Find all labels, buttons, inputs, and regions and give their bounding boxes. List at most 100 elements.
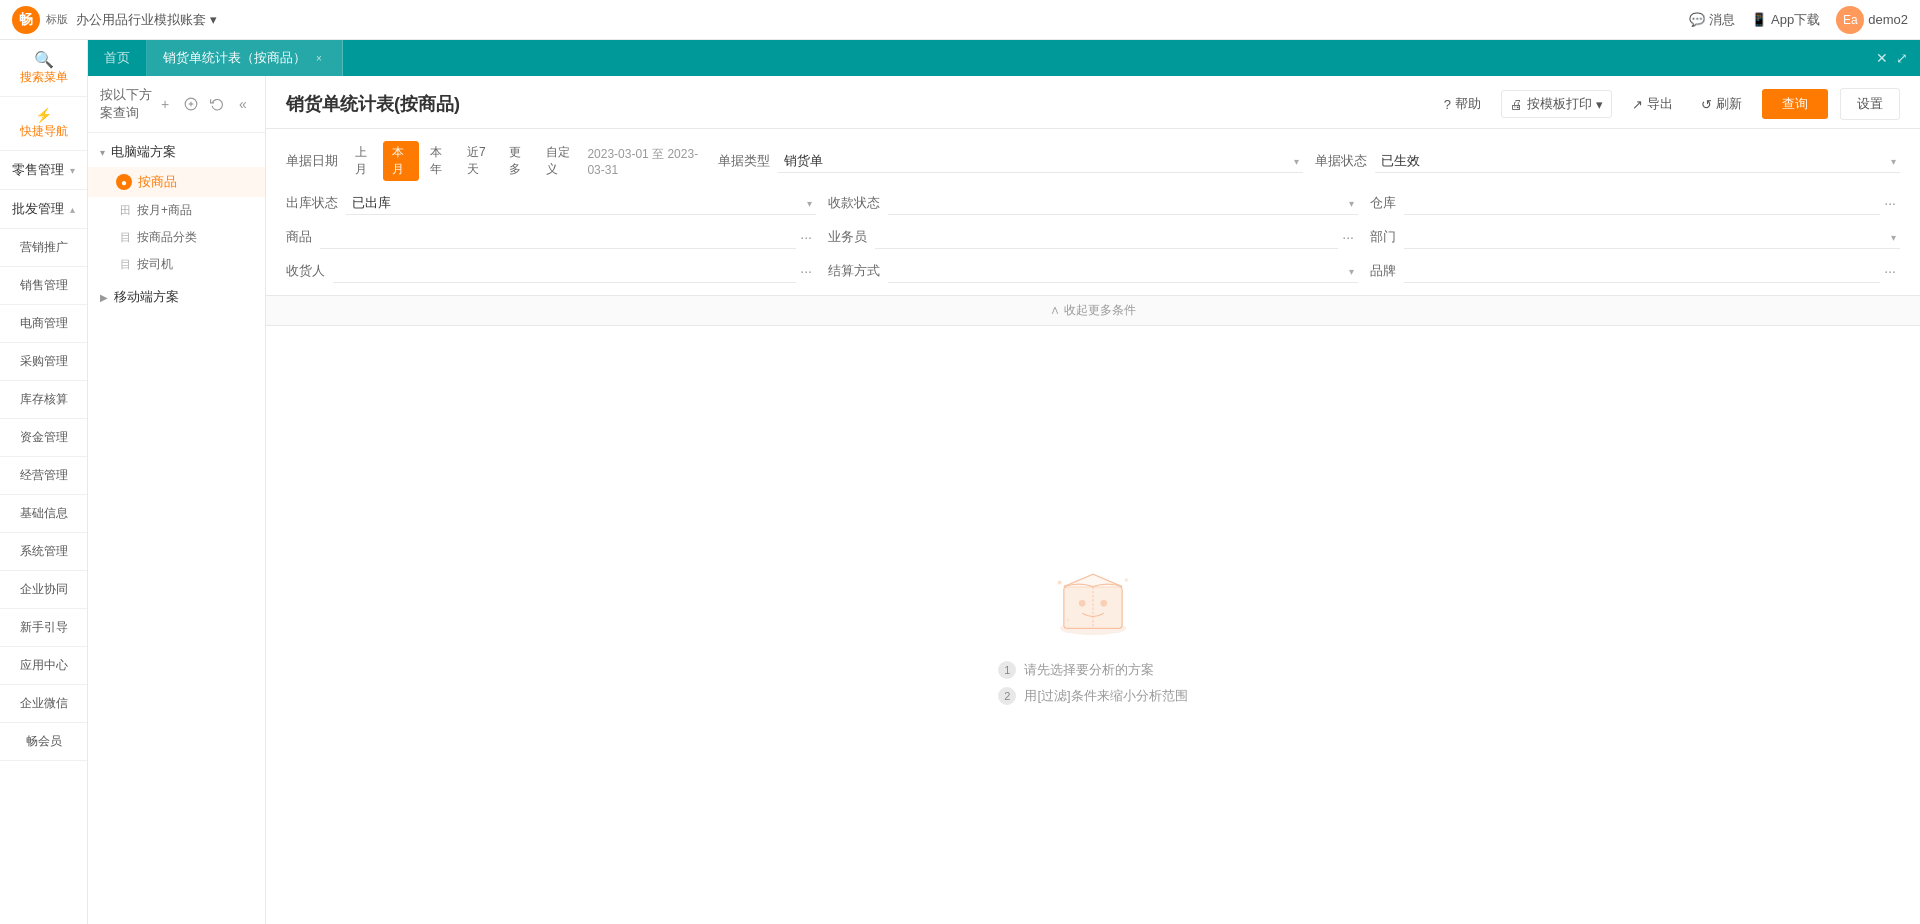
print-button[interactable]: 🖨 按模板打印 ▾: [1501, 90, 1612, 118]
tab-home-label: 首页: [104, 49, 130, 67]
settlement-select-wrapper: ▾: [888, 259, 1358, 283]
goods-label: 商品: [286, 228, 312, 246]
message-label: 消息: [1709, 11, 1735, 29]
settlement-select[interactable]: [888, 259, 1358, 283]
empty-illustration: [1043, 545, 1143, 645]
help-button[interactable]: ? 帮助: [1436, 91, 1489, 117]
message-icon: 💬: [1689, 12, 1705, 27]
scheme-sub-driver[interactable]: 目 按司机: [88, 251, 265, 278]
date-tab-more[interactable]: 更多: [500, 141, 535, 181]
tab-maximize-area: ✕ ⤢: [1864, 50, 1920, 66]
sub-icon-2: 目: [120, 230, 131, 245]
warehouse-field: 仓库 ···: [1370, 191, 1900, 215]
sub-label-1: 按月+商品: [137, 202, 192, 219]
sub-label-3: 按司机: [137, 256, 173, 273]
payment-status-select[interactable]: [888, 191, 1358, 215]
refresh-scheme-button[interactable]: [207, 94, 227, 114]
add-scheme-button[interactable]: +: [155, 94, 175, 114]
main-layout: 🔍 搜索菜单 ⚡ 快捷导航 零售管理 ▾ 批发管理 ▴ 营销推广 销售管理 电商…: [0, 40, 1920, 924]
svg-point-9: [1125, 578, 1128, 581]
date-field: 单据日期 上月 本月 本年 近7天 更多 自定义 20: [286, 141, 706, 181]
app-title: 标版: [46, 12, 68, 26]
receiver-input[interactable]: [333, 259, 796, 283]
edit-scheme-button[interactable]: [181, 94, 201, 114]
sidebar-search[interactable]: 🔍 搜索菜单: [0, 40, 87, 97]
filter-row-3: 商品 ··· 业务员 ··· 部门: [286, 225, 1900, 249]
scheme-sub-category[interactable]: 目 按商品分类: [88, 224, 265, 251]
date-tab-this-year[interactable]: 本年: [421, 141, 456, 181]
goods-field: 商品 ···: [286, 225, 816, 249]
sidebar-item-inventory[interactable]: 库存核算: [0, 381, 87, 419]
top-bar-left: 畅 标版 办公用品行业模拟账套 ▾: [12, 6, 217, 34]
sub-icon-1: 田: [120, 203, 131, 218]
settings-button[interactable]: 设置: [1840, 88, 1900, 120]
settlement-field: 结算方式 ▾: [828, 259, 1358, 283]
sidebar-item-member[interactable]: 畅会员: [0, 723, 87, 761]
doc-type-select[interactable]: 销货单: [778, 149, 1303, 173]
sidebar-item-marketing[interactable]: 营销推广: [0, 229, 87, 267]
brand-field: 品牌 ···: [1370, 259, 1900, 283]
tab-home[interactable]: 首页: [88, 40, 147, 76]
desktop-group-header[interactable]: ▾ 电脑端方案: [88, 137, 265, 167]
goods-more-icon[interactable]: ···: [796, 229, 816, 245]
date-label: 单据日期: [286, 152, 338, 170]
query-button[interactable]: 查询: [1762, 89, 1828, 119]
export-button[interactable]: ↗ 导出: [1624, 91, 1681, 117]
sidebar: 🔍 搜索菜单 ⚡ 快捷导航 零售管理 ▾ 批发管理 ▴ 营销推广 销售管理 电商…: [0, 40, 88, 924]
goods-input[interactable]: [320, 225, 796, 249]
sidebar-item-basic[interactable]: 基础信息: [0, 495, 87, 533]
sidebar-item-enterprise[interactable]: 企业协同: [0, 571, 87, 609]
date-tab-this-month[interactable]: 本月: [383, 141, 418, 181]
message-button[interactable]: 💬 消息: [1689, 11, 1735, 29]
tab-close-icon[interactable]: ×: [312, 51, 326, 65]
svg-point-10: [1067, 619, 1070, 622]
svg-point-8: [1058, 580, 1062, 584]
receiver-field: 收货人 ···: [286, 259, 816, 283]
collapse-bar[interactable]: ∧ 收起更多条件: [266, 296, 1920, 326]
refresh-button[interactable]: ↺ 刷新: [1693, 91, 1750, 117]
page-header: 销货单统计表(按商品) ? 帮助 🖨 按模板打印 ▾ ↗: [266, 76, 1920, 129]
app-download-button[interactable]: 📱 App下载: [1751, 11, 1820, 29]
sidebar-item-wholesale[interactable]: 批发管理 ▴: [0, 190, 87, 229]
date-filter: 上月 本月 本年 近7天 更多 自定义 2023-03-01 至 2023-03…: [346, 141, 706, 181]
sidebar-quick-nav[interactable]: ⚡ 快捷导航: [0, 97, 87, 151]
staff-more-icon[interactable]: ···: [1338, 229, 1358, 245]
receiver-more-icon[interactable]: ···: [796, 263, 816, 279]
sidebar-item-wechat[interactable]: 企业微信: [0, 685, 87, 723]
date-tab-7days[interactable]: 近7天: [458, 141, 498, 181]
out-status-select[interactable]: 已出库: [346, 191, 816, 215]
collapse-scheme-button[interactable]: «: [233, 94, 253, 114]
user-menu[interactable]: Ea demo2: [1836, 6, 1908, 34]
sidebar-item-procurement[interactable]: 采购管理: [0, 343, 87, 381]
date-tab-custom[interactable]: 自定义: [537, 141, 581, 181]
mobile-group-header[interactable]: ▶ 移动端方案: [88, 282, 265, 312]
collapse-label: ∧ 收起更多条件: [1050, 303, 1135, 317]
dept-select[interactable]: [1404, 225, 1900, 249]
tip-text-1: 请先选择要分析的方案: [1024, 661, 1154, 679]
sidebar-item-operation[interactable]: 经营管理: [0, 457, 87, 495]
workspace-selector[interactable]: 办公用品行业模拟账套 ▾: [76, 11, 217, 29]
sidebar-item-apps[interactable]: 应用中心: [0, 647, 87, 685]
top-bar-right: 💬 消息 📱 App下载 Ea demo2: [1689, 6, 1908, 34]
sidebar-item-ecommerce[interactable]: 电商管理: [0, 305, 87, 343]
tab-active[interactable]: 销货单统计表（按商品） ×: [147, 40, 343, 76]
doc-status-select[interactable]: 已生效: [1375, 149, 1900, 173]
date-tab-last-month[interactable]: 上月: [346, 141, 381, 181]
staff-input[interactable]: [875, 225, 1338, 249]
sidebar-item-sales[interactable]: 销售管理: [0, 267, 87, 305]
sidebar-item-system[interactable]: 系统管理: [0, 533, 87, 571]
sidebar-item-finance[interactable]: 资金管理: [0, 419, 87, 457]
scheme-item-by-goods[interactable]: ● 按商品: [88, 167, 265, 197]
sidebar-item-retail[interactable]: 零售管理 ▾: [0, 151, 87, 190]
brand-input[interactable]: [1404, 259, 1880, 283]
staff-field: 业务员 ···: [828, 225, 1358, 249]
maximize-icon[interactable]: ⤢: [1896, 50, 1908, 66]
sidebar-item-guide[interactable]: 新手引导: [0, 609, 87, 647]
warehouse-input[interactable]: [1404, 191, 1880, 215]
filter-row-2: 出库状态 已出库 ▾ 收款状态: [286, 191, 1900, 215]
minimize-icon[interactable]: ✕: [1876, 50, 1888, 66]
scheme-sub-month-goods[interactable]: 田 按月+商品: [88, 197, 265, 224]
scheme-panel-actions: + «: [155, 94, 253, 114]
warehouse-more-icon[interactable]: ···: [1880, 195, 1900, 211]
brand-more-icon[interactable]: ···: [1880, 263, 1900, 279]
